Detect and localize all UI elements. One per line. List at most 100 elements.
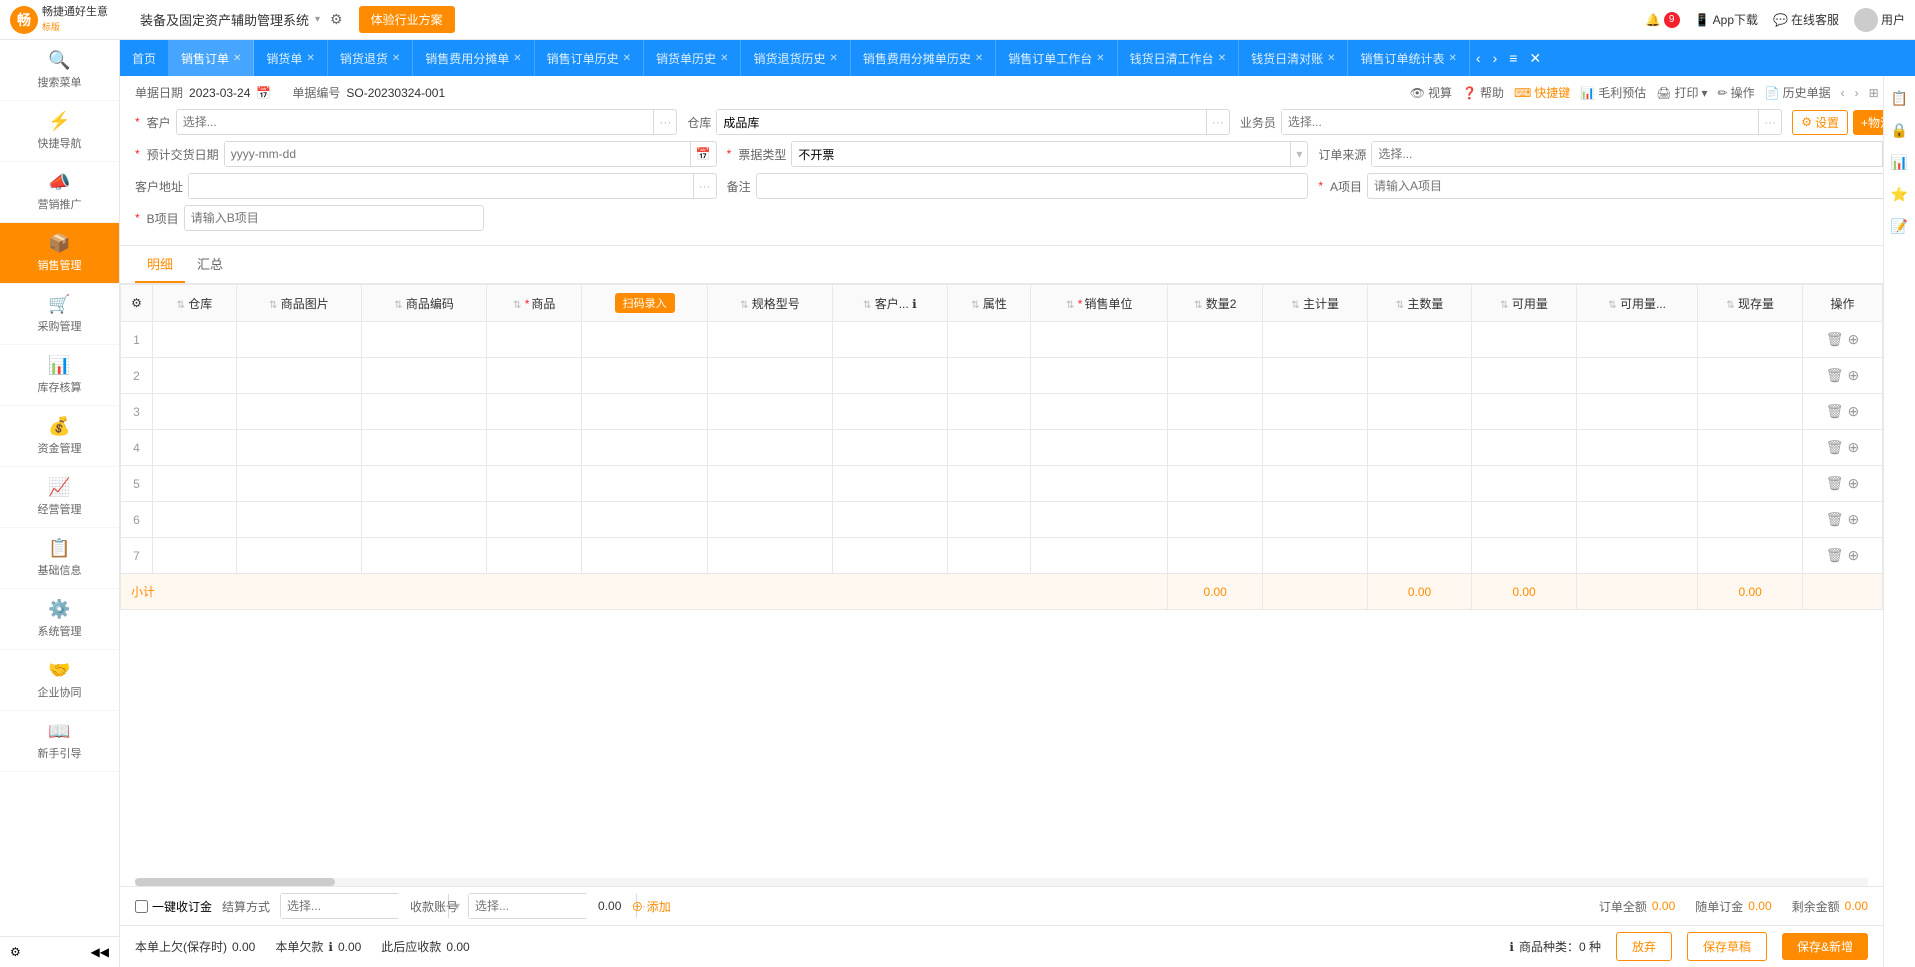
row5-available[interactable] [1472, 466, 1576, 502]
row4-main-unit[interactable] [1263, 430, 1367, 466]
row5-available2[interactable] [1576, 466, 1698, 502]
save-new-button[interactable]: 保存&新增 [1782, 933, 1868, 960]
staff-more-icon[interactable]: ··· [1758, 110, 1781, 134]
tab-close-all-icon[interactable]: ✕ [1523, 50, 1547, 67]
row3-warehouse[interactable] [153, 394, 237, 430]
row7-copy-icon[interactable]: ⊕ [1847, 547, 1859, 564]
col-settings[interactable]: ⚙ [121, 285, 153, 322]
tab-close-icon[interactable]: ✕ [392, 53, 400, 64]
row5-qty2[interactable] [1168, 466, 1263, 502]
tab-close-icon[interactable]: ✕ [720, 53, 728, 64]
row4-image[interactable] [236, 430, 361, 466]
add-link[interactable]: ⊕ 添加 [631, 898, 670, 915]
col-qty2[interactable]: ⇅ 数量2 [1168, 285, 1263, 322]
customer-input[interactable] [177, 110, 654, 134]
help-btn[interactable]: ❓ 帮助 [1462, 84, 1504, 101]
tab-close-icon[interactable]: ✕ [1218, 53, 1226, 64]
rp-btn-2[interactable]: 🔒 [1888, 118, 1912, 142]
row1-warehouse[interactable] [153, 322, 237, 358]
row3-qty2[interactable] [1168, 394, 1263, 430]
calendar-icon[interactable]: 📅 [256, 86, 271, 100]
payment-method-select[interactable]: ▾ [280, 893, 400, 919]
customer-more-icon[interactable]: ··· [653, 110, 676, 134]
row6-qty2[interactable] [1168, 502, 1263, 538]
invoice-input[interactable] [792, 142, 1290, 166]
sidebar-item-operations[interactable]: 📈 经营管理 [0, 467, 119, 528]
row4-available2[interactable] [1576, 430, 1698, 466]
row6-customer-code[interactable] [833, 502, 948, 538]
row7-warehouse[interactable] [153, 538, 237, 574]
pager-prev-icon[interactable]: ‹ [1841, 86, 1845, 100]
tab-close-icon[interactable]: ✕ [1327, 53, 1335, 64]
a-project-input[interactable] [1367, 173, 1900, 199]
tab-sales-stats[interactable]: 销售订单统计表 ✕ [1348, 40, 1469, 76]
row2-code[interactable] [361, 358, 486, 394]
row7-unit[interactable] [1031, 538, 1168, 574]
row1-main-unit[interactable] [1263, 322, 1367, 358]
sidebar-item-enterprise[interactable]: 🤝 企业协同 [0, 650, 119, 711]
sidebar-item-purchase[interactable]: 🛒 采购管理 [0, 284, 119, 345]
staff-input-group[interactable]: ··· [1281, 109, 1782, 135]
row6-available2[interactable] [1576, 502, 1698, 538]
row4-unit[interactable] [1031, 430, 1168, 466]
row2-warehouse[interactable] [153, 358, 237, 394]
user-menu[interactable]: 用户 [1854, 8, 1905, 32]
row6-delete-icon[interactable]: 🗑 [1826, 511, 1844, 528]
col-available[interactable]: ⇅ 可用量 [1472, 285, 1576, 322]
tab-workbench[interactable]: 销售订单工作台 ✕ [996, 40, 1117, 76]
row7-qty2[interactable] [1168, 538, 1263, 574]
row4-customer-code[interactable] [833, 430, 948, 466]
address-input[interactable] [189, 174, 693, 198]
row4-spec[interactable] [707, 430, 832, 466]
row6-code[interactable] [361, 502, 486, 538]
row6-main-unit[interactable] [1263, 502, 1367, 538]
auto-collection-input[interactable] [135, 900, 148, 913]
tab-sales-expense[interactable]: 销售费用分摊单 ✕ [413, 40, 534, 76]
grid-icon[interactable]: ⊞ [1869, 86, 1879, 100]
tab-sales-order-history[interactable]: 销售订单历史 ✕ [535, 40, 644, 76]
row6-spec[interactable] [707, 502, 832, 538]
row1-code[interactable] [361, 322, 486, 358]
order-source-input-group[interactable]: ▾ [1371, 141, 1900, 167]
row7-product[interactable] [487, 538, 582, 574]
row7-available2[interactable] [1576, 538, 1698, 574]
sidebar-item-system[interactable]: ⚙️ 系统管理 [0, 589, 119, 650]
row2-product[interactable] [487, 358, 582, 394]
view-btn[interactable]: 👁 视算 [1410, 84, 1452, 101]
row2-delete-icon[interactable]: 🗑 [1826, 367, 1844, 384]
address-more-icon[interactable]: ··· [693, 174, 716, 198]
col-customer-code[interactable]: ⇅ 客户... ℹ [833, 285, 948, 322]
row6-copy-icon[interactable]: ⊕ [1847, 511, 1859, 528]
row5-stock[interactable] [1698, 466, 1802, 502]
horizontal-scrollbar[interactable] [135, 878, 1868, 886]
row6-image[interactable] [236, 502, 361, 538]
row1-available2[interactable] [1576, 322, 1698, 358]
row5-attribute[interactable] [947, 466, 1031, 502]
row5-unit[interactable] [1031, 466, 1168, 502]
row4-delete-icon[interactable]: 🗑 [1826, 439, 1844, 456]
delivery-input[interactable] [225, 142, 690, 166]
col-scan[interactable]: 扫码录入 [582, 285, 708, 322]
tab-menu-icon[interactable]: ≡ [1503, 50, 1523, 66]
row3-copy-icon[interactable]: ⊕ [1847, 403, 1859, 420]
row4-product[interactable] [487, 430, 582, 466]
tab-daily-workbench[interactable]: 钱货日清工作台 ✕ [1118, 40, 1239, 76]
col-warehouse[interactable]: ⇅ 仓库 [153, 285, 237, 322]
row1-stock[interactable] [1698, 322, 1802, 358]
settings-button[interactable]: ⚙ 设置 [1792, 110, 1848, 135]
row3-main-qty[interactable] [1367, 394, 1471, 430]
col-available2[interactable]: ⇅ 可用量... [1576, 285, 1698, 322]
auto-collection-checkbox[interactable]: 一键收订金 [135, 898, 212, 915]
sidebar-item-sales[interactable]: 📦 销售管理 [0, 223, 119, 284]
row2-main-unit[interactable] [1263, 358, 1367, 394]
row4-main-qty[interactable] [1367, 430, 1471, 466]
row7-main-unit[interactable] [1263, 538, 1367, 574]
row3-unit[interactable] [1031, 394, 1168, 430]
online-service[interactable]: 💬 在线客服 [1773, 11, 1839, 28]
tab-return-history[interactable]: 销货退货历史 ✕ [741, 40, 850, 76]
rp-btn-5[interactable]: 📝 [1888, 214, 1912, 238]
col-attribute[interactable]: ⇅ 属性 [947, 285, 1031, 322]
rp-btn-3[interactable]: 📊 [1888, 150, 1912, 174]
dropdown-arrow-icon[interactable]: ▾ [315, 14, 320, 25]
tab-close-icon[interactable]: ✕ [513, 53, 521, 64]
